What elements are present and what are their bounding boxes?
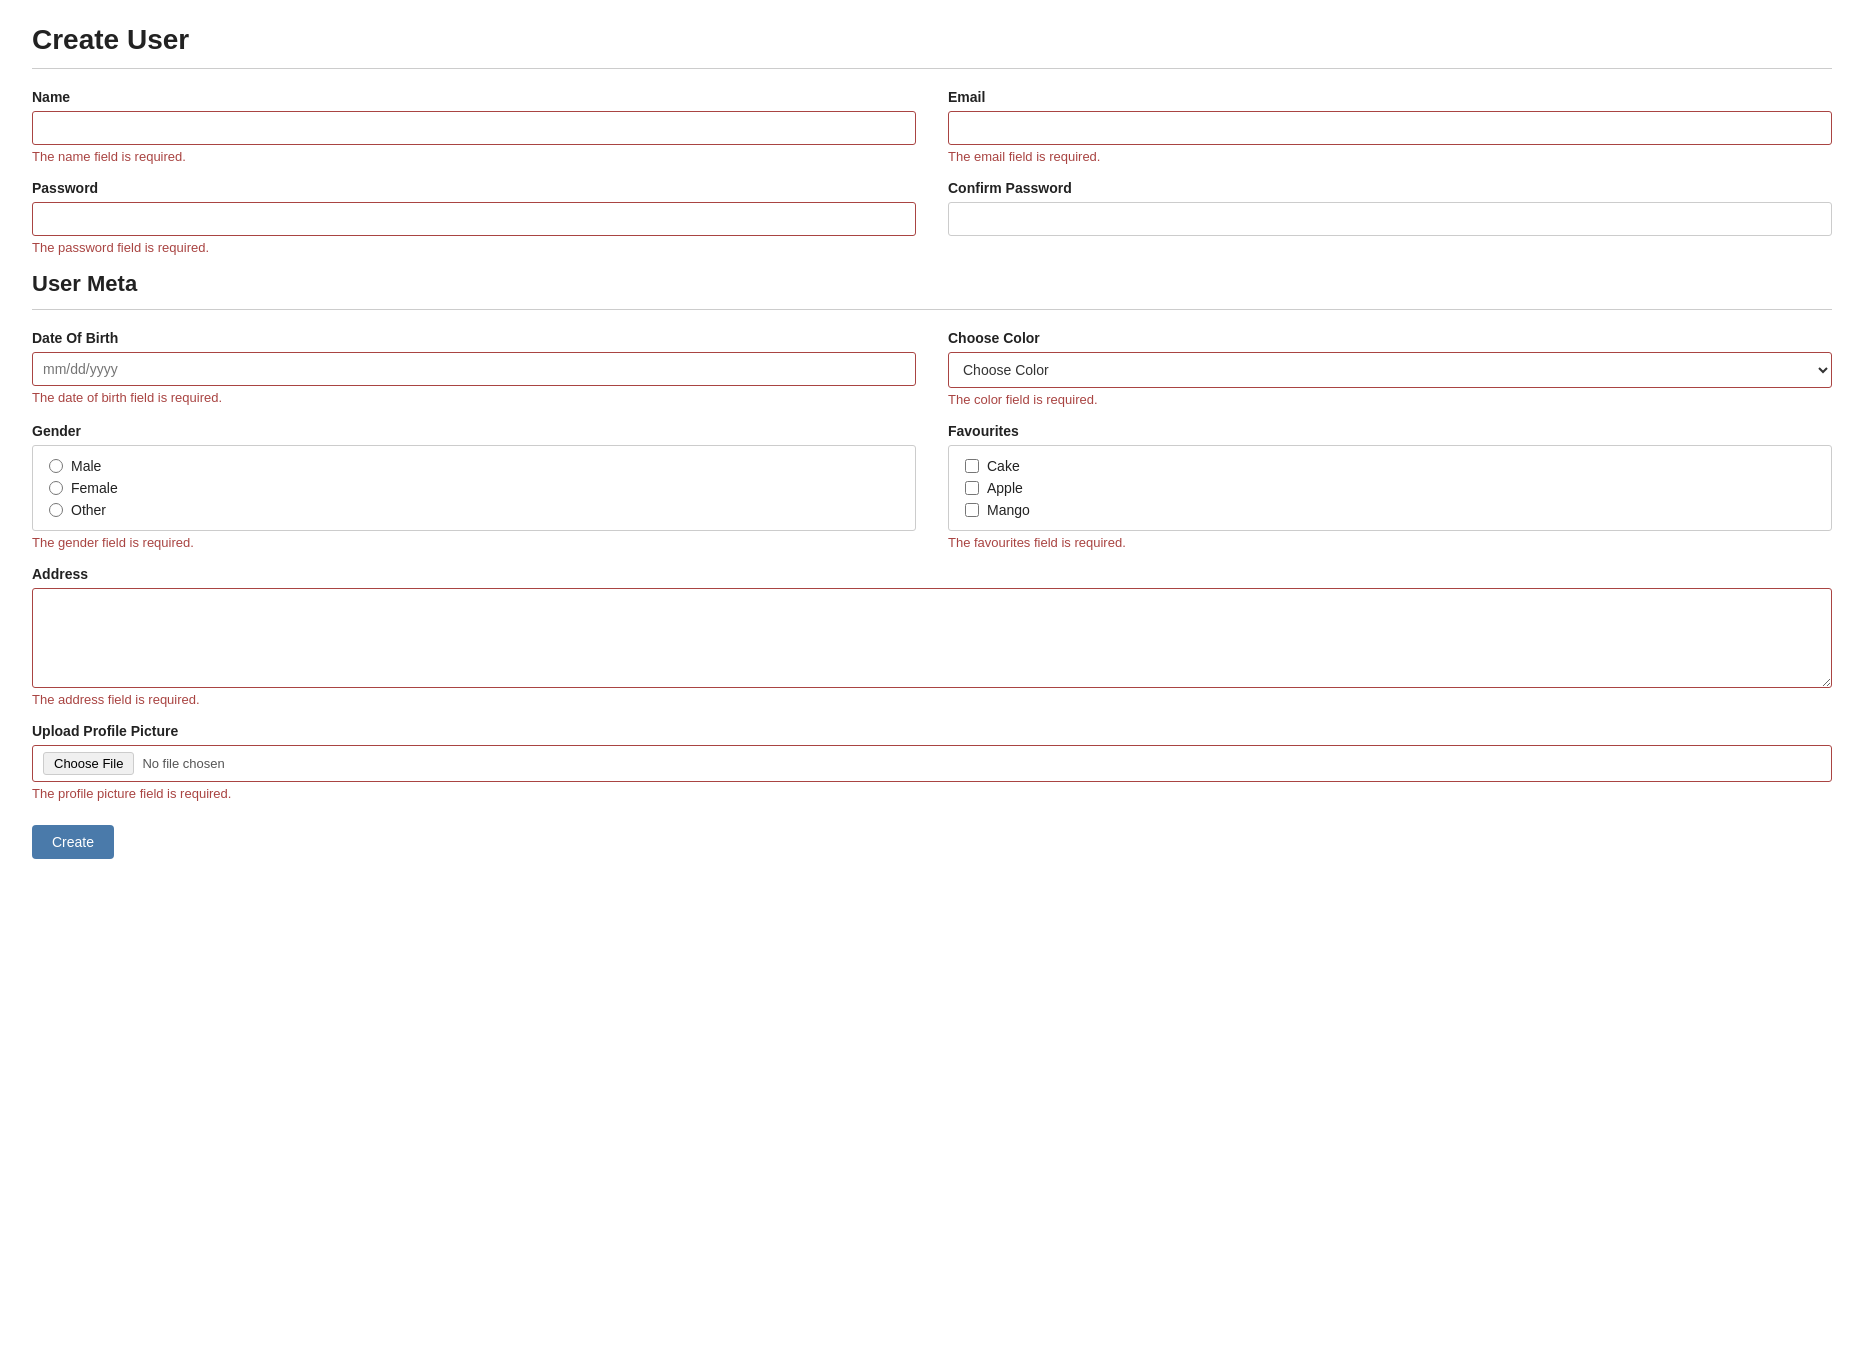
dob-error: The date of birth field is required.: [32, 390, 916, 405]
favourites-apple-label[interactable]: Apple: [965, 480, 1815, 496]
favourites-cake-label[interactable]: Cake: [965, 458, 1815, 474]
name-label: Name: [32, 89, 916, 105]
gender-other-label[interactable]: Other: [49, 502, 899, 518]
email-error: The email field is required.: [948, 149, 1832, 164]
favourites-apple-checkbox[interactable]: [965, 481, 979, 495]
meta-divider: [32, 309, 1832, 310]
color-select[interactable]: Choose Color Red Blue Green Yellow Purpl…: [948, 352, 1832, 388]
gender-box: Male Female Other: [32, 445, 916, 531]
create-button[interactable]: Create: [32, 825, 114, 859]
gender-label: Gender: [32, 423, 916, 439]
gender-male-radio[interactable]: [49, 459, 63, 473]
gender-male-label[interactable]: Male: [49, 458, 899, 474]
gender-male-text: Male: [71, 458, 101, 474]
password-error: The password field is required.: [32, 240, 916, 255]
address-error: The address field is required.: [32, 692, 1832, 707]
profile-picture-error: The profile picture field is required.: [32, 786, 1832, 801]
color-group: Choose Color Choose Color Red Blue Green…: [948, 330, 1832, 407]
favourites-group: Favourites Cake Apple Mango The favourit…: [948, 423, 1832, 550]
dob-input[interactable]: [32, 352, 916, 386]
password-group: Password The password field is required.: [32, 180, 916, 255]
favourites-box: Cake Apple Mango: [948, 445, 1832, 531]
gender-other-text: Other: [71, 502, 106, 518]
favourites-mango-text: Mango: [987, 502, 1030, 518]
choose-file-button[interactable]: Choose File: [43, 752, 134, 775]
favourites-cake-checkbox[interactable]: [965, 459, 979, 473]
name-email-row: Name The name field is required. Email T…: [32, 89, 1832, 164]
password-input[interactable]: [32, 202, 916, 236]
name-error: The name field is required.: [32, 149, 916, 164]
gender-favourites-row: Gender Male Female Other The gender fiel…: [32, 423, 1832, 550]
email-group: Email The email field is required.: [948, 89, 1832, 164]
favourites-apple-text: Apple: [987, 480, 1023, 496]
favourites-mango-label[interactable]: Mango: [965, 502, 1815, 518]
gender-female-label[interactable]: Female: [49, 480, 899, 496]
no-file-chosen-text: No file chosen: [142, 756, 224, 771]
dob-color-row: Date Of Birth The date of birth field is…: [32, 330, 1832, 407]
favourites-mango-checkbox[interactable]: [965, 503, 979, 517]
gender-error: The gender field is required.: [32, 535, 916, 550]
email-input[interactable]: [948, 111, 1832, 145]
dob-group: Date Of Birth The date of birth field is…: [32, 330, 916, 407]
email-label: Email: [948, 89, 1832, 105]
gender-other-radio[interactable]: [49, 503, 63, 517]
page-title: Create User: [32, 24, 1832, 56]
file-input-wrapper: Choose File No file chosen: [32, 745, 1832, 782]
gender-female-radio[interactable]: [49, 481, 63, 495]
address-textarea[interactable]: [32, 588, 1832, 688]
favourites-label: Favourites: [948, 423, 1832, 439]
name-group: Name The name field is required.: [32, 89, 916, 164]
password-row: Password The password field is required.…: [32, 180, 1832, 255]
color-error: The color field is required.: [948, 392, 1832, 407]
confirm-password-label: Confirm Password: [948, 180, 1832, 196]
confirm-password-group: Confirm Password: [948, 180, 1832, 255]
profile-picture-group: Upload Profile Picture Choose File No fi…: [32, 723, 1832, 801]
profile-picture-label: Upload Profile Picture: [32, 723, 1832, 739]
password-label: Password: [32, 180, 916, 196]
title-divider: [32, 68, 1832, 69]
address-label: Address: [32, 566, 1832, 582]
gender-group: Gender Male Female Other The gender fiel…: [32, 423, 916, 550]
gender-female-text: Female: [71, 480, 118, 496]
favourites-cake-text: Cake: [987, 458, 1020, 474]
favourites-error: The favourites field is required.: [948, 535, 1832, 550]
confirm-password-input[interactable]: [948, 202, 1832, 236]
color-label: Choose Color: [948, 330, 1832, 346]
address-group: Address The address field is required.: [32, 566, 1832, 707]
name-input[interactable]: [32, 111, 916, 145]
dob-label: Date Of Birth: [32, 330, 916, 346]
user-meta-title: User Meta: [32, 271, 1832, 297]
